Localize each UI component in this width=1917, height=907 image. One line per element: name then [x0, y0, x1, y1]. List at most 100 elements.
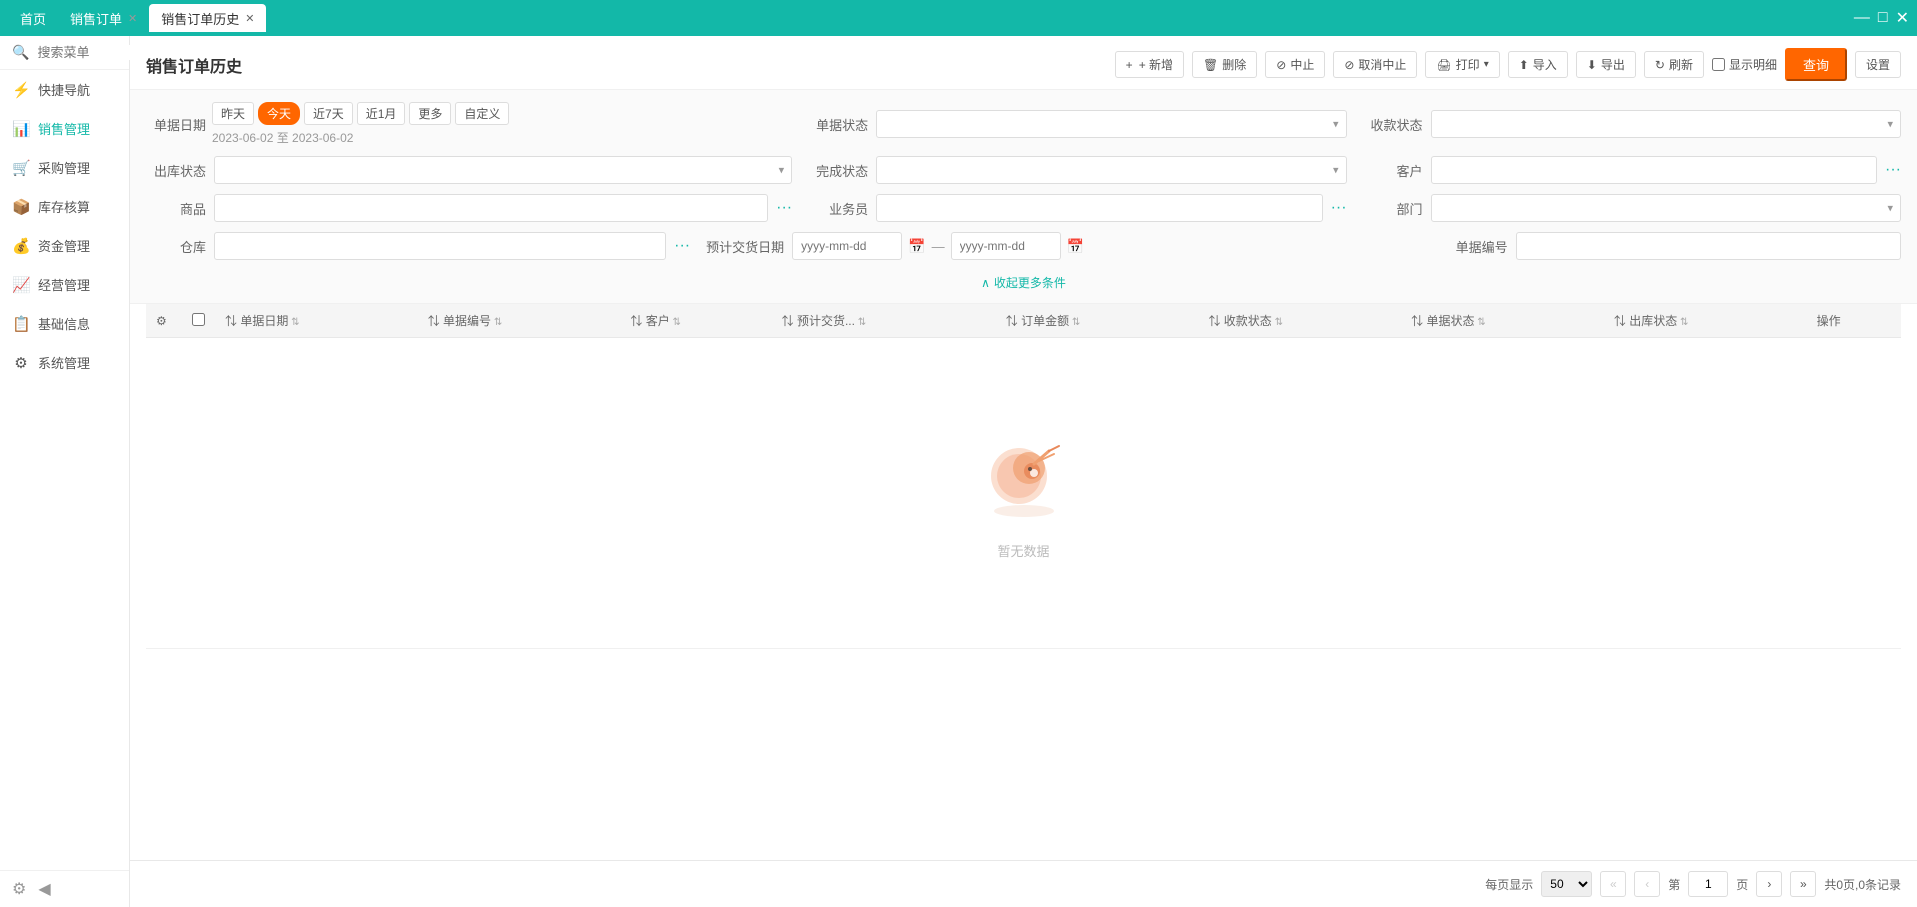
first-page-btn[interactable]: «	[1600, 871, 1626, 897]
goods-filter: 商品 ···	[146, 194, 792, 222]
col-number[interactable]: ⇅ 单据编号	[418, 304, 621, 338]
out-status-select-wrap[interactable]	[214, 156, 792, 184]
sidebar-item-inventory[interactable]: 📦 库存核算	[0, 187, 129, 226]
last-page-btn[interactable]: »	[1790, 871, 1816, 897]
department-select[interactable]	[1431, 194, 1901, 222]
delivery-start-cal-icon[interactable]: 📅	[908, 238, 925, 255]
customer-dots[interactable]: ···	[1885, 161, 1901, 179]
col-customer[interactable]: ⇅ 客户	[620, 304, 771, 338]
filter-row-3: 商品 ··· 业务员 ··· 部门	[146, 194, 1901, 222]
finance-icon: 💰	[12, 237, 30, 255]
display-detail-checkbox-wrap[interactable]: 显示明细	[1712, 56, 1777, 73]
bill-status-label: 单据状态	[808, 115, 868, 134]
receipt-status-select-wrap[interactable]	[1431, 110, 1901, 138]
col-receipt-status[interactable]: ⇅ 收款状态	[1198, 304, 1401, 338]
stop-btn[interactable]: ⊘ 中止	[1265, 51, 1325, 78]
delivery-end-cal-icon[interactable]: 📅	[1067, 238, 1084, 255]
sidebar-item-purchase-mgmt[interactable]: 🛒 采购管理	[0, 148, 129, 187]
complete-status-select-wrap[interactable]	[876, 156, 1346, 184]
complete-status-select[interactable]	[876, 156, 1346, 184]
col-checkbox	[182, 304, 215, 338]
content-header: 销售订单历史 + + 新增 🗑 删除 ⊘ 中止 ⊘ 取消中止	[130, 36, 1917, 90]
customer-input[interactable]	[1431, 156, 1877, 184]
delivery-date-label: 预计交货日期	[706, 237, 784, 256]
settings-btn[interactable]: 设置	[1855, 51, 1901, 78]
collapse-btn[interactable]: ∧ 收起更多条件	[146, 270, 1901, 291]
maximize-btn[interactable]: □	[1878, 9, 1888, 27]
minimize-btn[interactable]: —	[1854, 9, 1870, 27]
empty-state-cell: 暂无数据	[146, 338, 1901, 649]
print-chevron: ▾	[1484, 59, 1489, 70]
import-icon: ⬆	[1519, 58, 1529, 72]
warehouse-input[interactable]	[214, 232, 666, 260]
delivery-end-input[interactable]	[951, 232, 1061, 260]
empty-state: 暂无数据	[156, 346, 1891, 640]
tab-sales-history[interactable]: 销售订单历史 ✕	[149, 4, 266, 32]
salesperson-input[interactable]	[876, 194, 1322, 222]
salesperson-dots[interactable]: ···	[1331, 199, 1347, 217]
sidebar-item-basic-info[interactable]: 📋 基础信息	[0, 304, 129, 343]
out-status-select[interactable]	[214, 156, 792, 184]
date-btn-1month[interactable]: 近1月	[357, 102, 406, 125]
goods-label: 商品	[146, 199, 206, 218]
tab-home[interactable]: 首页	[8, 4, 58, 32]
close-tab-sales-order[interactable]: ✕	[128, 12, 137, 25]
date-filter: 单据日期 昨天 今天 近7天 近1月 更多 自定义 2023-06-02 至 2…	[146, 102, 792, 146]
col-settings[interactable]: ⚙	[146, 304, 182, 338]
col-amount[interactable]: ⇅ 订单金额	[996, 304, 1199, 338]
query-btn[interactable]: 查询	[1785, 48, 1847, 81]
col-out-status[interactable]: ⇅ 出库状态	[1604, 304, 1807, 338]
next-page-btn[interactable]: ›	[1756, 871, 1782, 897]
settings-bottom-icon[interactable]: ⚙	[12, 879, 26, 899]
bill-status-select[interactable]	[876, 110, 1346, 138]
sidebar-item-system[interactable]: ⚙ 系统管理	[0, 343, 129, 382]
display-detail-label: 显示明细	[1729, 56, 1777, 73]
tab-sales-order[interactable]: 销售订单 ✕	[58, 4, 149, 32]
page-number-input[interactable]	[1688, 871, 1728, 897]
print-btn[interactable]: 🖨 打印 ▾	[1425, 51, 1499, 78]
sidebar-item-finance[interactable]: 💰 资金管理	[0, 226, 129, 265]
col-delivery-date[interactable]: ⇅ 预计交货...	[772, 304, 996, 338]
import-btn[interactable]: ⬆ 导入	[1508, 51, 1568, 78]
page-suffix: 页	[1736, 876, 1748, 893]
delivery-date-filter: 预计交货日期 📅 — 📅	[706, 232, 1431, 260]
cancel-stop-btn[interactable]: ⊘ 取消中止	[1333, 51, 1417, 78]
sidebar-item-operations[interactable]: 📈 经营管理	[0, 265, 129, 304]
delivery-start-input[interactable]	[792, 232, 902, 260]
bill-number-input[interactable]	[1516, 232, 1901, 260]
department-select-wrap[interactable]	[1431, 194, 1901, 222]
date-btn-yesterday[interactable]: 昨天	[212, 102, 254, 125]
receipt-status-select[interactable]	[1431, 110, 1901, 138]
sidebar-item-sales-mgmt[interactable]: 📊 销售管理	[0, 109, 129, 148]
date-btn-7days[interactable]: 近7天	[304, 102, 353, 125]
delivery-date-group: 📅 — 📅	[792, 232, 1084, 260]
warehouse-dots[interactable]: ···	[674, 237, 690, 255]
date-btn-custom[interactable]: 自定义	[455, 102, 509, 125]
close-btn[interactable]: ✕	[1896, 8, 1909, 28]
complete-status-filter: 完成状态	[808, 156, 1346, 184]
goods-input[interactable]	[214, 194, 768, 222]
close-tab-sales-history[interactable]: ✕	[245, 12, 254, 25]
page-size-label: 每页显示	[1485, 876, 1533, 893]
display-detail-checkbox[interactable]	[1712, 58, 1725, 71]
delete-btn[interactable]: 🗑 删除	[1192, 51, 1257, 78]
col-date[interactable]: ⇅ 单据日期	[215, 304, 418, 338]
collapse-sidebar-icon[interactable]: ◀	[38, 879, 50, 899]
prev-page-btn[interactable]: ‹	[1634, 871, 1660, 897]
date-btn-today[interactable]: 今天	[258, 102, 300, 125]
bill-status-select-wrap[interactable]	[876, 110, 1346, 138]
date-separator: —	[932, 239, 945, 254]
sidebar-item-quick-nav[interactable]: ⚡ 快捷导航	[0, 70, 129, 109]
new-btn[interactable]: + + 新增	[1115, 51, 1184, 78]
export-btn[interactable]: ⬇ 导出	[1576, 51, 1636, 78]
page-size-select[interactable]: 50 10 20 100	[1541, 871, 1592, 897]
date-btn-more[interactable]: 更多	[409, 102, 451, 125]
search-bar[interactable]: 🔍	[0, 36, 129, 70]
refresh-btn[interactable]: ↻ 刷新	[1644, 51, 1704, 78]
bill-number-filter: 单据编号	[1448, 232, 1901, 260]
goods-dots[interactable]: ···	[776, 199, 792, 217]
empty-text: 暂无数据	[997, 541, 1049, 560]
select-all-checkbox[interactable]	[192, 313, 205, 326]
col-bill-status[interactable]: ⇅ 单据状态	[1401, 304, 1604, 338]
stop-icon: ⊘	[1276, 58, 1286, 72]
